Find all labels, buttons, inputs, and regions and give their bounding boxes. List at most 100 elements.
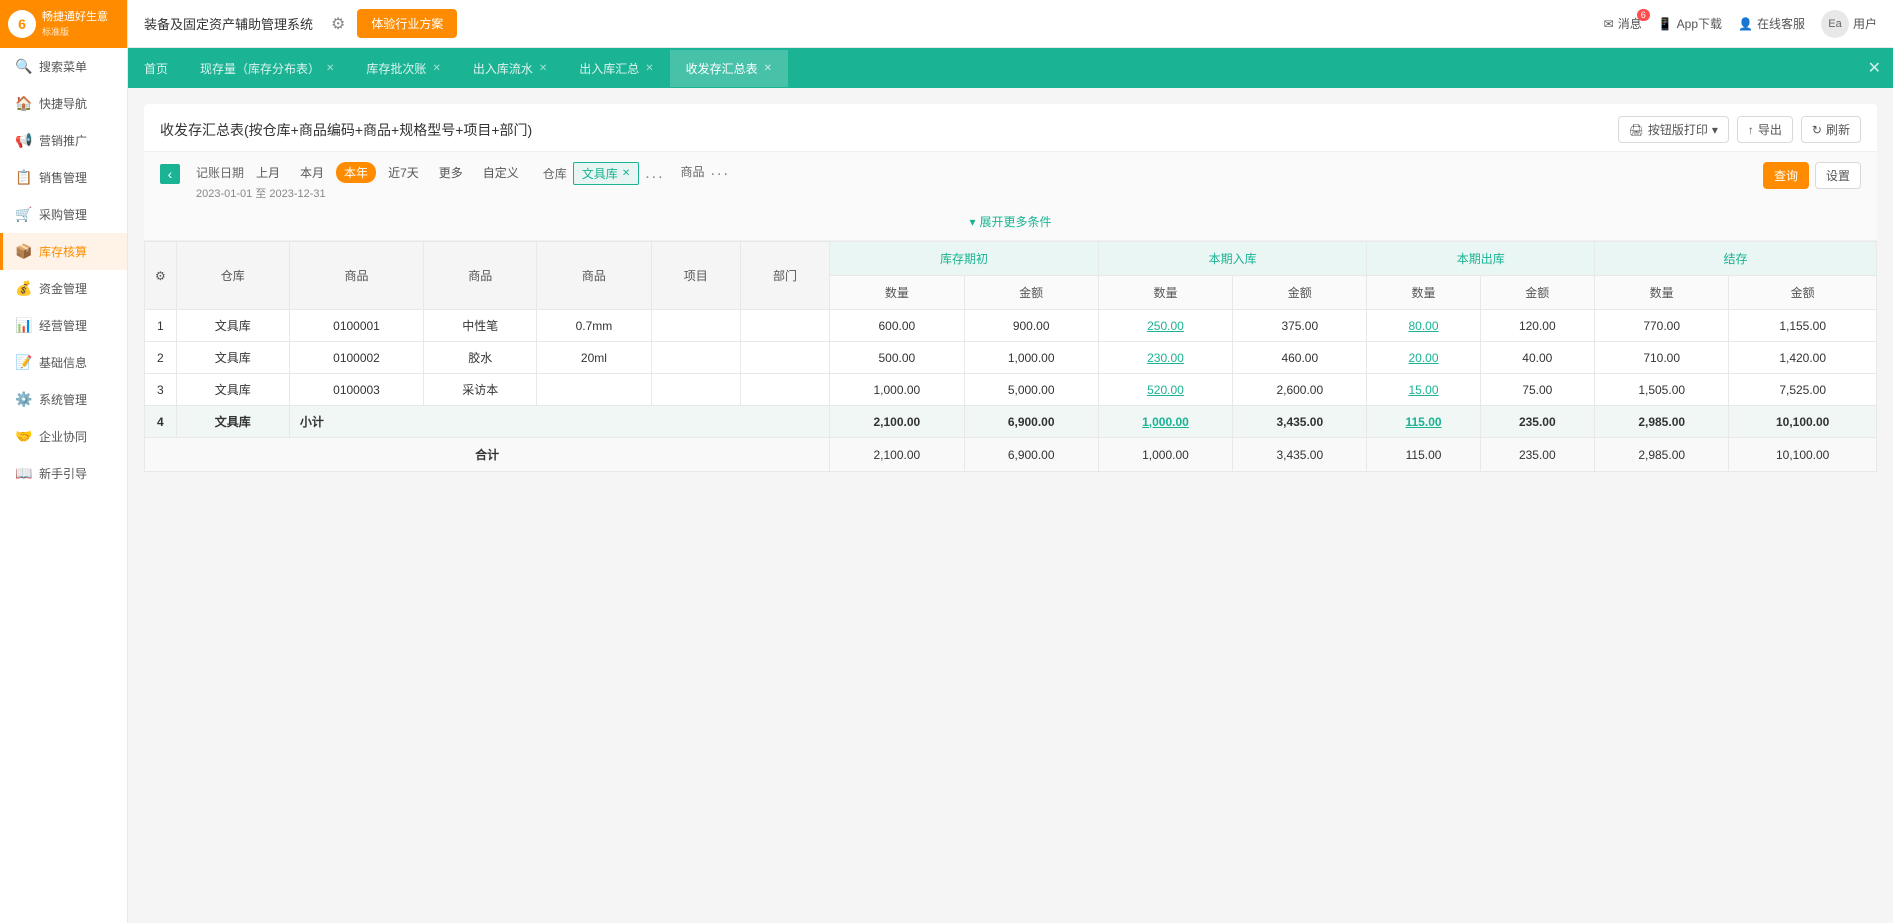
sidebar-item-purchase[interactable]: 🛒 采购管理	[0, 196, 127, 233]
subtotal-out-qty[interactable]: 115.00	[1367, 406, 1480, 438]
sidebar-item-quick[interactable]: 🏠 快捷导航	[0, 85, 127, 122]
sidebar-item-corp[interactable]: 🤝 企业协同	[0, 418, 127, 455]
warehouse-label: 仓库	[543, 165, 567, 182]
sidebar-item-inventory[interactable]: 📦 库存核算	[0, 233, 127, 270]
trial-button[interactable]: 体验行业方案	[357, 9, 457, 38]
inventory-icon: 📦	[15, 243, 33, 260]
subtotal-no: 4	[145, 406, 177, 438]
row-out-qty[interactable]: 15.00	[1367, 374, 1480, 406]
row-bal-amt: 1,155.00	[1729, 310, 1877, 342]
row-in-qty[interactable]: 230.00	[1098, 342, 1232, 374]
sidebar-item-search[interactable]: 🔍 搜索菜单	[0, 48, 127, 85]
sidebar-item-basic[interactable]: 📝 基础信息	[0, 344, 127, 381]
sidebar-item-label: 经营管理	[39, 317, 87, 334]
subtotal-row: 4 文具库 小计 2,100.00 6,900.00 1,000.00 3,43…	[145, 406, 1877, 438]
tab-close-icon[interactable]: ✕	[645, 63, 653, 74]
date-btn-7days[interactable]: 近7天	[380, 162, 427, 183]
sidebar-item-finance[interactable]: 💰 资金管理	[0, 270, 127, 307]
date-label: 记账日期	[196, 164, 244, 181]
col-group-init: 库存期初	[830, 242, 1099, 276]
print-button[interactable]: 🖨 按钮版打印 ▾	[1618, 116, 1729, 143]
date-btn-custom[interactable]: 自定义	[475, 162, 527, 183]
row-bal-qty: 710.00	[1595, 342, 1729, 374]
topbar-right: ✉ 消息 6 📱 App下载 👤 在线客服 Ea 用户	[1604, 10, 1877, 38]
row-bal-amt: 7,525.00	[1729, 374, 1877, 406]
data-table-wrapper: ⚙ 仓库 商品 商品 商品 项目 部门 库存期初 本期入库 本期出库 结存	[144, 241, 1877, 472]
close-all-tabs[interactable]: ✕	[1856, 58, 1893, 78]
row-in-qty[interactable]: 250.00	[1098, 310, 1232, 342]
row-in-amt: 375.00	[1233, 310, 1367, 342]
system-icon: ⚙️	[15, 391, 33, 408]
row-dept	[740, 342, 829, 374]
query-buttons: 查询 设置	[1763, 162, 1861, 189]
tab-batch[interactable]: 库存批次账 ✕	[350, 50, 456, 87]
warehouse-tag: 文具库 ✕	[573, 162, 639, 185]
sidebar-item-label: 新手引导	[39, 465, 87, 482]
sidebar-item-business[interactable]: 📊 经营管理	[0, 307, 127, 344]
sidebar-item-marketing[interactable]: 📢 营销推广	[0, 122, 127, 159]
col-warehouse: 仓库	[176, 242, 289, 310]
user-label: 用户	[1853, 15, 1877, 32]
expand-conditions-button[interactable]: ▾ 展开更多条件	[969, 213, 1051, 230]
warehouse-more[interactable]: ...	[645, 165, 664, 183]
row-bal-amt: 1,420.00	[1729, 342, 1877, 374]
tab-inout-flow[interactable]: 出入库流水 ✕	[457, 50, 563, 87]
row-out-qty[interactable]: 80.00	[1367, 310, 1480, 342]
sidebar-item-label: 搜索菜单	[39, 58, 87, 75]
col-out-qty: 数量	[1367, 276, 1480, 310]
subtotal-in-qty[interactable]: 1,000.00	[1098, 406, 1232, 438]
row-spec	[537, 374, 651, 406]
row-init-qty: 1,000.00	[830, 374, 964, 406]
sidebar-item-guide[interactable]: 📖 新手引导	[0, 455, 127, 492]
search-icon: 🔍	[15, 58, 33, 75]
sidebar-item-system[interactable]: ⚙️ 系统管理	[0, 381, 127, 418]
filter-collapse-button[interactable]: ‹	[160, 164, 180, 184]
date-filter: 记账日期 上月 本月 本年 近7天 更多 自定义 2023-01-01 至 20…	[196, 162, 527, 201]
sidebar-item-label: 企业协同	[39, 428, 87, 445]
date-btn-more[interactable]: 更多	[431, 162, 471, 183]
col-in-qty: 数量	[1098, 276, 1232, 310]
refresh-icon: ↻	[1812, 123, 1822, 137]
settings-icon[interactable]: ⚙	[331, 14, 345, 34]
date-btn-this-year[interactable]: 本年	[336, 162, 376, 183]
message-button[interactable]: ✉ 消息 6	[1604, 15, 1642, 32]
query-button[interactable]: 查询	[1763, 162, 1809, 189]
tab-close-icon[interactable]: ✕	[432, 63, 440, 74]
row-out-amt: 120.00	[1480, 310, 1594, 342]
export-button[interactable]: ↑ 导出	[1737, 116, 1793, 143]
data-table: ⚙ 仓库 商品 商品 商品 项目 部门 库存期初 本期入库 本期出库 结存	[144, 241, 1877, 472]
tab-close-icon[interactable]: ✕	[326, 63, 334, 74]
app-download-button[interactable]: 📱 App下载	[1658, 15, 1722, 32]
date-btn-last-month[interactable]: 上月	[248, 162, 288, 183]
settings-filter-button[interactable]: 设置	[1815, 162, 1861, 189]
refresh-button[interactable]: ↻ 刷新	[1801, 116, 1861, 143]
tab-inventory-dist[interactable]: 现存量（库存分布表） ✕	[184, 50, 350, 87]
row-out-qty[interactable]: 20.00	[1367, 342, 1480, 374]
tab-home[interactable]: 首页	[128, 50, 184, 87]
table-settings-icon[interactable]: ⚙	[155, 269, 166, 283]
warehouse-tag-close[interactable]: ✕	[622, 168, 630, 179]
tab-recv-send[interactable]: 收发存汇总表 ✕	[670, 50, 788, 87]
logo-icon: 6	[8, 10, 36, 38]
service-button[interactable]: 👤 在线客服	[1738, 15, 1805, 32]
row-init-qty: 500.00	[830, 342, 964, 374]
sidebar-item-sales[interactable]: 📋 销售管理	[0, 159, 127, 196]
footer-bal-amt: 10,100.00	[1729, 438, 1877, 472]
col-out-amt: 金额	[1480, 276, 1594, 310]
row-in-qty[interactable]: 520.00	[1098, 374, 1232, 406]
tab-inout-summary[interactable]: 出入库汇总 ✕	[563, 50, 669, 87]
tab-close-icon[interactable]: ✕	[539, 63, 547, 74]
footer-out-amt: 235.00	[1480, 438, 1594, 472]
row-out-amt: 75.00	[1480, 374, 1594, 406]
col-settings[interactable]: ⚙	[145, 242, 177, 310]
tab-close-icon[interactable]: ✕	[764, 63, 772, 74]
row-dept	[740, 310, 829, 342]
col-bal-amt: 金额	[1729, 276, 1877, 310]
date-btn-this-month[interactable]: 本月	[292, 162, 332, 183]
col-name: 商品	[424, 242, 537, 310]
row-dept	[740, 374, 829, 406]
col-group-bal: 结存	[1595, 242, 1877, 276]
user-area[interactable]: Ea 用户	[1821, 10, 1877, 38]
goods-more[interactable]: ...	[711, 162, 730, 180]
tab-inout-flow-label: 出入库流水	[473, 60, 533, 77]
